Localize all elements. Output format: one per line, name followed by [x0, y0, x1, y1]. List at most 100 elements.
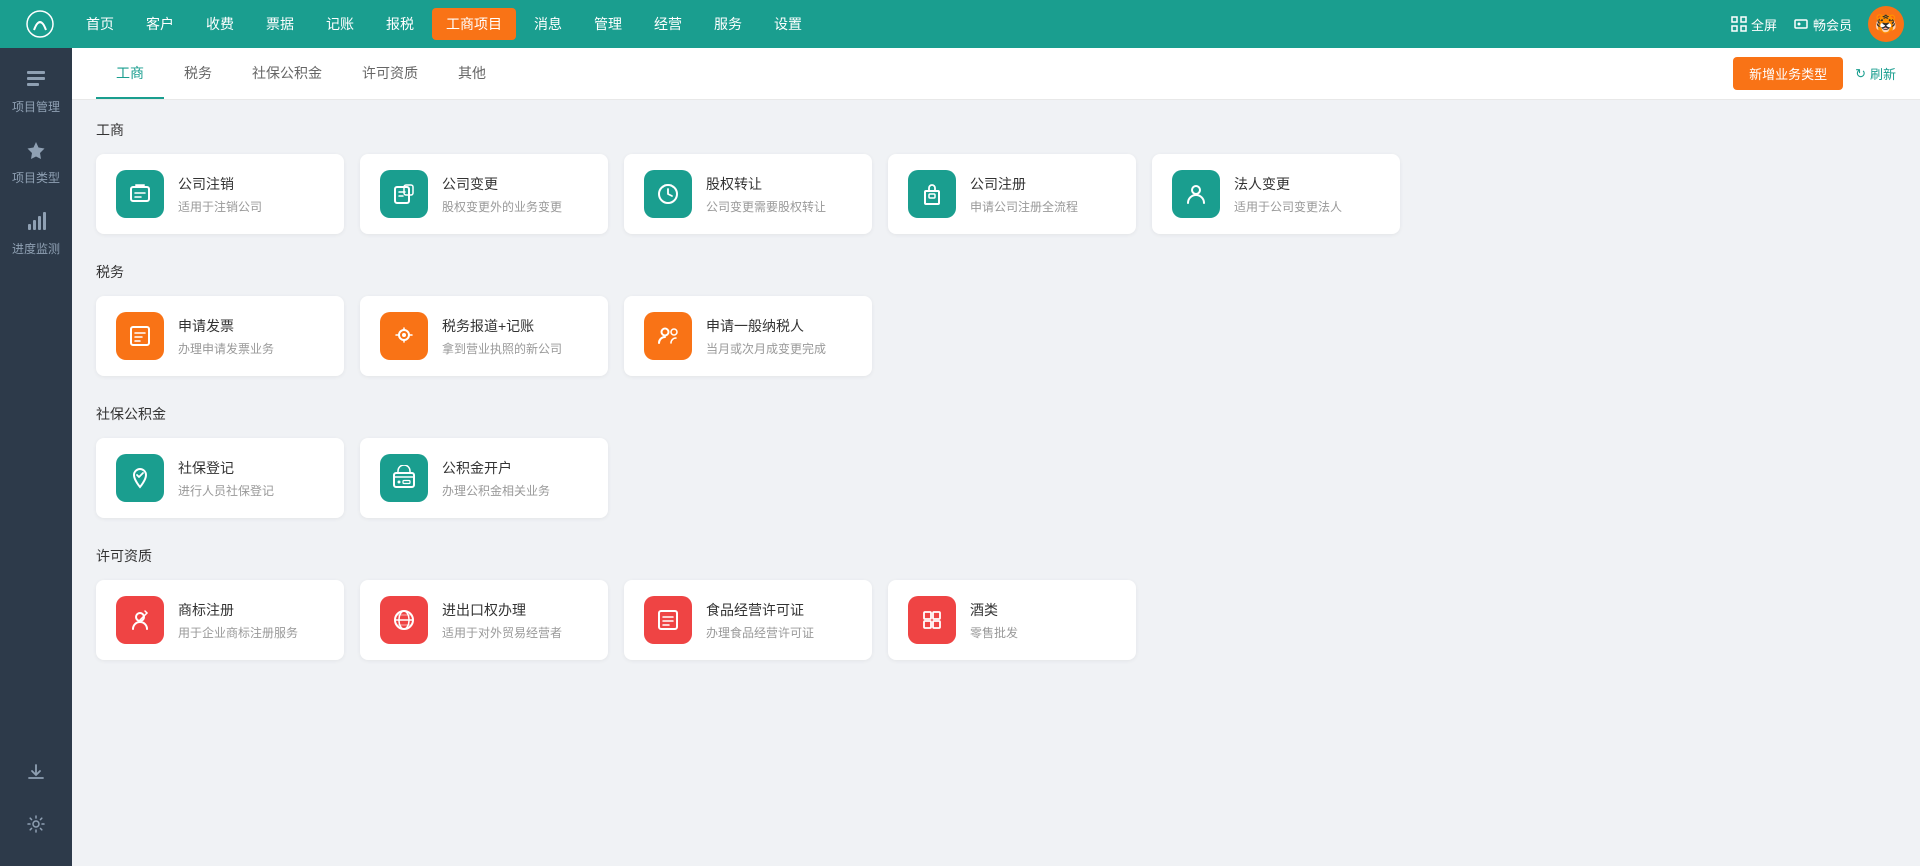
logo[interactable]: [16, 0, 64, 48]
card-desc-company-cancel: 适用于注销公司: [178, 198, 324, 215]
card-icon-import-export: [380, 596, 428, 644]
card-alcohol[interactable]: 酒类 零售批发: [888, 580, 1136, 660]
card-info-company-register: 公司注册 申请公司注册全流程: [970, 174, 1116, 215]
card-desc-social-insurance: 进行人员社保登记: [178, 482, 324, 499]
section-shuiwu: 税务 申请发票 办理申请发票业务: [96, 262, 1896, 376]
nav-biz[interactable]: 工商项目: [432, 8, 516, 40]
sidebar: 项目管理 项目类型 进度监测: [0, 48, 72, 866]
nav-client[interactable]: 客户: [132, 8, 188, 40]
card-name-import-export: 进出口权办理: [442, 600, 588, 620]
card-icon-trademark: [116, 596, 164, 644]
download-icon: [26, 762, 46, 786]
sidebar-label-project-mgmt: 项目管理: [12, 98, 60, 115]
tab-gongshang[interactable]: 工商: [96, 49, 164, 99]
card-fund[interactable]: 公积金开户 办理公积金相关业务: [360, 438, 608, 518]
card-desc-company-register: 申请公司注册全流程: [970, 198, 1116, 215]
card-desc-taxpayer: 当月或次月成变更完成: [706, 340, 852, 357]
settings-icon: [26, 814, 46, 838]
nav-items: 首页 客户 收费 票据 记账 报税 工商项目 消息 管理 经营 服务 设置: [72, 8, 1731, 40]
card-desc-invoice: 办理申请发票业务: [178, 340, 324, 357]
cards-grid-shuiwu: 申请发票 办理申请发票业务: [96, 296, 1896, 376]
new-type-button[interactable]: 新增业务类型: [1733, 57, 1843, 90]
nav-mgmt[interactable]: 管理: [580, 8, 636, 40]
card-desc-food-license: 办理食品经营许可证: [706, 624, 852, 641]
card-icon-legal-change: [1172, 170, 1220, 218]
card-icon-fund: [380, 454, 428, 502]
card-invoice[interactable]: 申请发票 办理申请发票业务: [96, 296, 344, 376]
card-trademark[interactable]: 商标注册 用于企业商标注册服务: [96, 580, 344, 660]
card-name-social-insurance: 社保登记: [178, 458, 324, 478]
card-company-register[interactable]: 公司注册 申请公司注册全流程: [888, 154, 1136, 234]
card-equity-transfer[interactable]: 股权转让 公司变更需要股权转让: [624, 154, 872, 234]
fullscreen-label: 全屏: [1751, 15, 1777, 34]
scroll-area[interactable]: 工商 公司注销 适用于注销公司: [72, 100, 1920, 866]
nav-home[interactable]: 首页: [72, 8, 128, 40]
card-legal-change[interactable]: 法人变更 适用于公司变更法人: [1152, 154, 1400, 234]
card-desc-tax-report: 拿到营业执照的新公司: [442, 340, 588, 357]
card-icon-company-register: [908, 170, 956, 218]
nav-settings[interactable]: 设置: [760, 8, 816, 40]
tab-other[interactable]: 其他: [438, 49, 506, 99]
card-icon-tax-report: [380, 312, 428, 360]
progress-icon: [25, 210, 47, 236]
tab-xuke[interactable]: 许可资质: [342, 49, 438, 99]
card-icon-alcohol: [908, 596, 956, 644]
card-name-fund: 公积金开户: [442, 458, 588, 478]
card-name-legal-change: 法人变更: [1234, 174, 1380, 194]
card-company-cancel[interactable]: 公司注销 适用于注销公司: [96, 154, 344, 234]
member-button[interactable]: 畅会员: [1793, 15, 1852, 34]
nav-tax[interactable]: 报税: [372, 8, 428, 40]
nav-account[interactable]: 记账: [312, 8, 368, 40]
mascot-avatar[interactable]: 🐯: [1868, 6, 1904, 42]
tabs-bar: 工商 税务 社保公积金 许可资质 其他 新增业务类型 ↻ 刷新: [72, 48, 1920, 100]
sidebar-label-project-type: 项目类型: [12, 169, 60, 186]
sidebar-item-download[interactable]: [18, 750, 54, 798]
section-title-gongshang: 工商: [96, 120, 1896, 140]
card-desc-legal-change: 适用于公司变更法人: [1234, 198, 1380, 215]
sidebar-bottom: [18, 750, 54, 866]
card-info-fund: 公积金开户 办理公积金相关业务: [442, 458, 588, 499]
tab-shebao[interactable]: 社保公积金: [232, 49, 342, 99]
section-title-shuiwu: 税务: [96, 262, 1896, 282]
nav-msg[interactable]: 消息: [520, 8, 576, 40]
tab-shuiwu[interactable]: 税务: [164, 49, 232, 99]
card-icon-company-change: [380, 170, 428, 218]
sidebar-label-progress: 进度监测: [12, 240, 60, 257]
sidebar-item-project-type[interactable]: 项目类型: [0, 127, 72, 198]
card-icon-company-cancel: [116, 170, 164, 218]
card-info-alcohol: 酒类 零售批发: [970, 600, 1116, 641]
card-icon-equity-transfer: [644, 170, 692, 218]
nav-service[interactable]: 服务: [700, 8, 756, 40]
card-name-alcohol: 酒类: [970, 600, 1116, 620]
cards-grid-gongshang: 公司注销 适用于注销公司: [96, 154, 1896, 234]
card-import-export[interactable]: 进出口权办理 适用于对外贸易经营者: [360, 580, 608, 660]
refresh-icon: ↻: [1855, 66, 1866, 82]
sidebar-item-settings[interactable]: [18, 802, 54, 850]
card-info-company-cancel: 公司注销 适用于注销公司: [178, 174, 324, 215]
section-title-xuke: 许可资质: [96, 546, 1896, 566]
fullscreen-button[interactable]: 全屏: [1731, 15, 1777, 34]
section-shebao: 社保公积金 社保登记 进行人员社保登记: [96, 404, 1896, 518]
card-name-invoice: 申请发票: [178, 316, 324, 336]
nav-fee[interactable]: 收费: [192, 8, 248, 40]
nav-ops[interactable]: 经营: [640, 8, 696, 40]
nav-bill[interactable]: 票据: [252, 8, 308, 40]
refresh-button[interactable]: ↻ 刷新: [1855, 64, 1896, 83]
card-icon-invoice: [116, 312, 164, 360]
sidebar-item-progress[interactable]: 进度监测: [0, 198, 72, 269]
card-company-change[interactable]: 公司变更 股权变更外的业务变更: [360, 154, 608, 234]
section-title-shebao: 社保公积金: [96, 404, 1896, 424]
card-tax-report[interactable]: 税务报道+记账 拿到营业执照的新公司: [360, 296, 608, 376]
section-gongshang: 工商 公司注销 适用于注销公司: [96, 120, 1896, 234]
card-food-license[interactable]: 食品经营许可证 办理食品经营许可证: [624, 580, 872, 660]
cards-grid-shebao: 社保登记 进行人员社保登记: [96, 438, 1896, 518]
sidebar-item-project-mgmt[interactable]: 项目管理: [0, 56, 72, 127]
card-info-import-export: 进出口权办理 适用于对外贸易经营者: [442, 600, 588, 641]
card-taxpayer[interactable]: 申请一般纳税人 当月或次月成变更完成: [624, 296, 872, 376]
card-desc-import-export: 适用于对外贸易经营者: [442, 624, 588, 641]
card-name-company-register: 公司注册: [970, 174, 1116, 194]
tabs-list: 工商 税务 社保公积金 许可资质 其他: [96, 49, 1733, 99]
card-social-insurance[interactable]: 社保登记 进行人员社保登记: [96, 438, 344, 518]
nav-right: 全屏 畅会员 🐯: [1731, 6, 1904, 42]
card-desc-equity-transfer: 公司变更需要股权转让: [706, 198, 852, 215]
